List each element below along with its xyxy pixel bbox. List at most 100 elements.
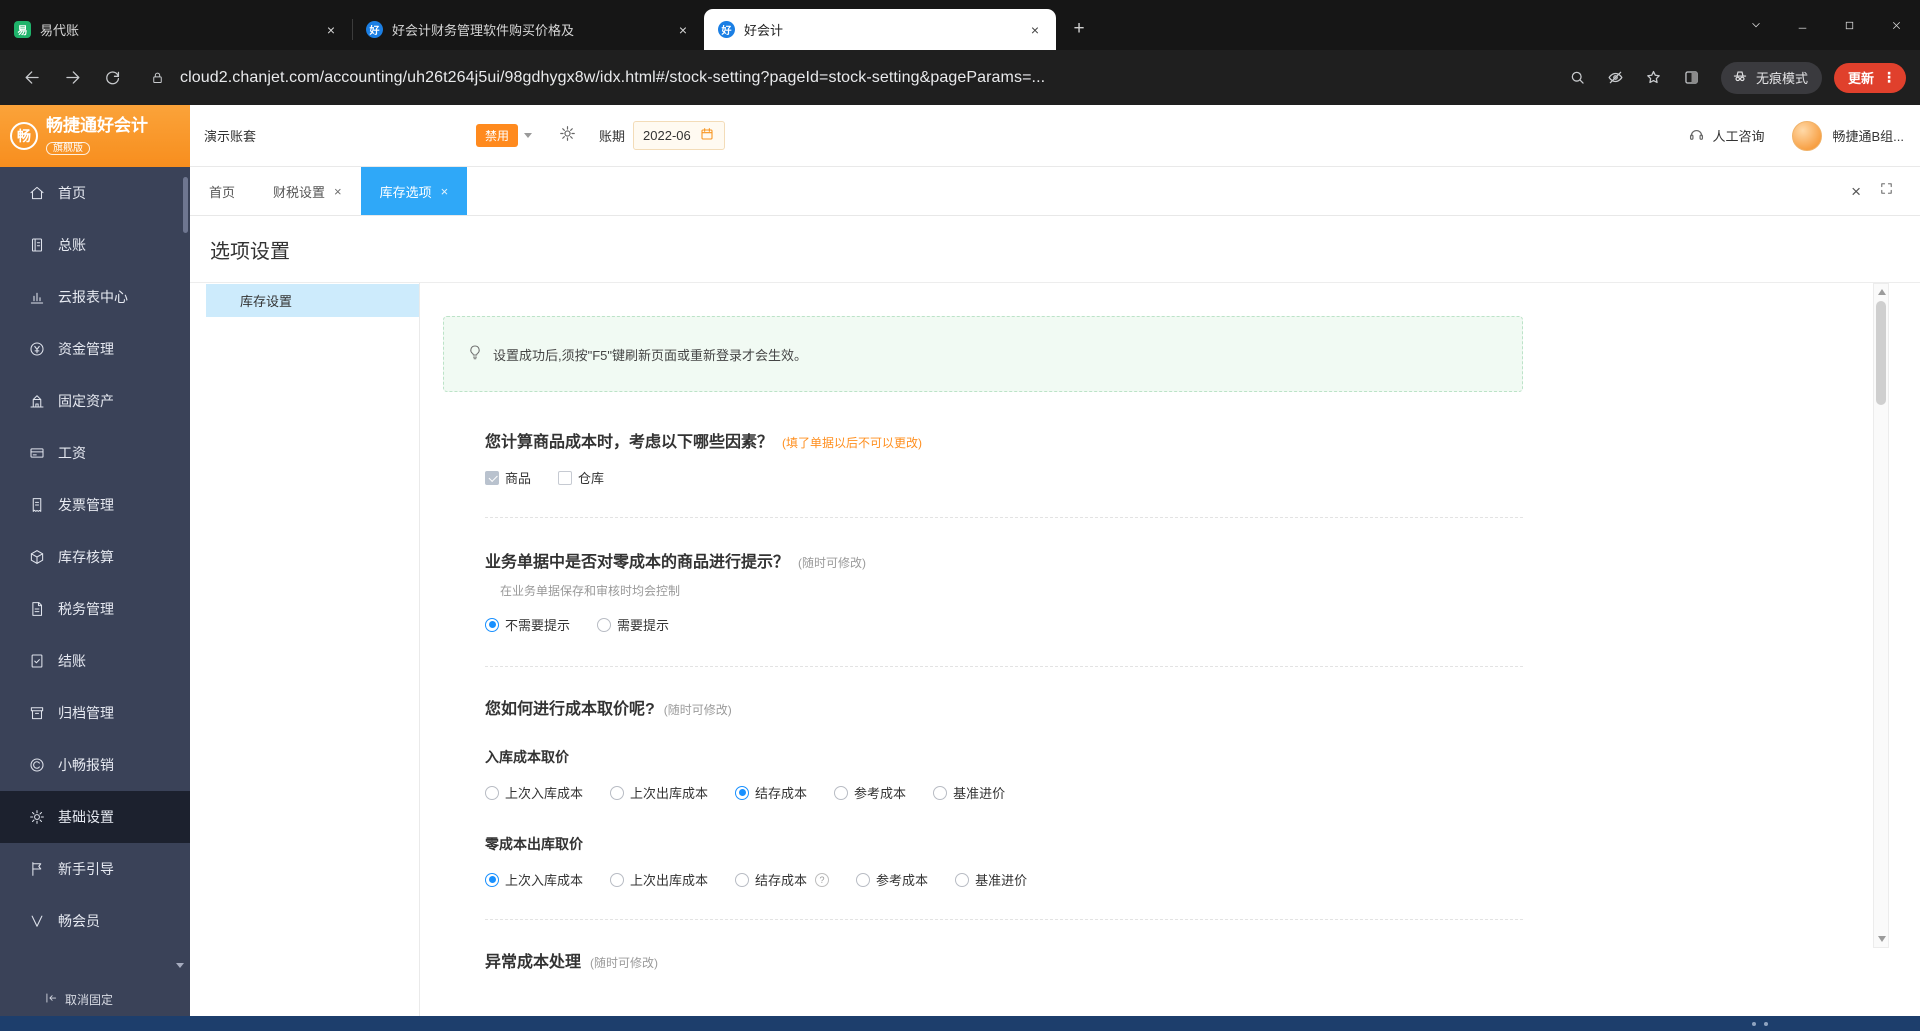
sidebar-item-archive[interactable]: 归档管理 <box>0 687 190 739</box>
window-maximize-button[interactable] <box>1826 0 1873 50</box>
sidebar-item-ledger[interactable]: 总账 <box>0 219 190 271</box>
app-logo: 畅 畅捷通好会计 旗舰版 <box>0 104 190 167</box>
radio-option-base-price[interactable]: 基准进价 <box>955 870 1027 889</box>
support-label: 人工咨询 <box>1712 129 1765 144</box>
ws-tab-label: 库存选项 <box>379 184 432 200</box>
window-minimize-button[interactable] <box>1779 0 1826 50</box>
help-icon[interactable]: ? <box>815 872 830 887</box>
sidebar-item-closing[interactable]: 结账 <box>0 635 190 687</box>
radio-option-reference-cost[interactable]: 参考成本 <box>856 870 928 889</box>
search-icon[interactable] <box>1561 61 1595 95</box>
scroll-up-icon[interactable] <box>1877 289 1886 295</box>
lightbulb-icon <box>466 343 484 366</box>
sidebar-item-inventory[interactable]: 库存核算 <box>0 531 190 583</box>
question-note: (随时可修改) <box>663 703 732 717</box>
favicon-glyph: 好 <box>721 26 732 37</box>
sidebar-scrollbar[interactable] <box>183 177 188 233</box>
forward-icon[interactable] <box>54 60 90 96</box>
close-all-icon[interactable]: × <box>1851 183 1861 200</box>
tab-close-icon[interactable]: × <box>674 21 692 39</box>
content-scrollbar[interactable] <box>1873 283 1889 948</box>
sidebar-item-member[interactable]: 畅会员 <box>0 895 190 947</box>
tab-close-icon[interactable]: × <box>322 21 340 39</box>
subnav-item-stock-settings[interactable]: 库存设置 <box>206 284 419 317</box>
back-icon[interactable] <box>14 60 50 96</box>
radio-option-last-outbound-cost[interactable]: 上次出库成本 <box>610 783 708 802</box>
disabled-tag[interactable]: 禁用 <box>476 124 519 147</box>
browser-tab-title: 易代账 <box>40 23 80 38</box>
ledger-icon <box>28 236 46 254</box>
fullscreen-icon[interactable] <box>1879 181 1894 201</box>
sidebar-item-invoices[interactable]: 发票管理 <box>0 479 190 531</box>
radio-option-last-outbound-cost[interactable]: 上次出库成本 <box>610 870 708 889</box>
incognito-badge[interactable]: 无痕模式 <box>1720 61 1822 94</box>
tab-search-chevron-icon[interactable] <box>1732 0 1779 50</box>
close-icon[interactable]: × <box>334 185 342 198</box>
radio-icon <box>933 785 948 800</box>
browser-tab-haokuaiji-price[interactable]: 好 好会计财务管理软件购买价格及 × <box>352 9 704 50</box>
account-set-label: 演示账套 <box>204 129 257 144</box>
checkbox-option-warehouse[interactable]: 仓库 <box>558 468 604 487</box>
ws-tab-home[interactable]: 首页 <box>190 167 254 215</box>
notice-text: 设置成功后,须按"F5"键刷新页面或重新登录才会生效。 <box>493 347 808 363</box>
period-picker[interactable]: 2022-06 <box>633 121 725 150</box>
unpin-button[interactable]: 取消固定 <box>0 982 190 1016</box>
screen: 易 易代账 × 好 好会计财务管理软件购买价格及 × 好 好会计 × + clo… <box>0 0 1920 1031</box>
radio-option-balance-cost[interactable]: 结存成本 ? <box>735 870 830 889</box>
radio-option-base-price[interactable]: 基准进价 <box>933 783 1005 802</box>
sidebar-scroll-down-icon[interactable] <box>176 963 184 968</box>
sidebar-item-guide[interactable]: 新手引导 <box>0 843 190 895</box>
question-note: (随时可修改) <box>590 956 659 970</box>
option-label: 结存成本 <box>755 786 808 801</box>
browser-menu-icon[interactable]: ⋮ <box>1882 69 1896 86</box>
inventory-icon <box>28 548 46 566</box>
header-right: 人工咨询 畅捷通B组... <box>1687 120 1920 151</box>
radio-option-prompt[interactable]: 需要提示 <box>597 615 669 634</box>
ws-tab-stock-options[interactable]: 库存选项 × <box>360 167 468 215</box>
radio-option-last-inbound-cost[interactable]: 上次入库成本 <box>485 783 583 802</box>
group-heading-zero-cost-outbound: 零成本出库取价 <box>485 836 583 852</box>
incognito-label: 无痕模式 <box>1755 71 1808 86</box>
address-bar[interactable]: cloud2.chanjet.com/accounting/uh26t264j5… <box>180 69 1557 87</box>
tab-close-icon[interactable]: × <box>1026 21 1044 39</box>
tracking-prevention-icon[interactable] <box>1599 61 1633 95</box>
question-title: 您如何进行成本取价呢? <box>485 701 655 718</box>
support-link[interactable]: 人工咨询 <box>1687 125 1764 147</box>
avatar[interactable] <box>1792 120 1823 151</box>
scroll-down-icon[interactable] <box>1877 936 1886 942</box>
split-screen-icon[interactable] <box>1675 61 1709 95</box>
page-title: 选项设置 <box>190 216 1920 283</box>
checkbox-option-goods[interactable]: 商品 <box>485 468 531 487</box>
bookmark-star-icon[interactable] <box>1637 61 1671 95</box>
option-label: 基准进价 <box>953 786 1006 801</box>
radio-option-reference-cost[interactable]: 参考成本 <box>834 783 906 802</box>
sidebar-item-reimburse[interactable]: 小畅报销 <box>0 739 190 791</box>
sidebar-item-funds[interactable]: 资金管理 <box>0 323 190 375</box>
browser-update-button[interactable]: 更新 ⋮ <box>1833 62 1906 93</box>
option-label: 上次入库成本 <box>505 786 584 801</box>
question-title: 业务单据中是否对零成本的商品进行提示？ <box>485 554 790 571</box>
sidebar-item-salary[interactable]: 工资 <box>0 427 190 479</box>
browser-tab-yidaizhang[interactable]: 易 易代账 × <box>0 9 352 50</box>
sidebar-item-tax[interactable]: 税务管理 <box>0 583 190 635</box>
radio-option-last-inbound-cost[interactable]: 上次入库成本 <box>485 870 583 889</box>
scrollbar-thumb[interactable] <box>1876 301 1886 405</box>
new-tab-button[interactable]: + <box>1064 14 1094 44</box>
browser-tab-haokuaiji-active[interactable]: 好 好会计 × <box>704 9 1056 50</box>
radio-option-balance-cost[interactable]: 结存成本 <box>735 783 807 802</box>
sidebar-item-fixed-assets[interactable]: 固定资产 <box>0 375 190 427</box>
sidebar-item-cloud-reports[interactable]: 云报表中心 <box>0 271 190 323</box>
user-name[interactable]: 畅捷通B组... <box>1832 126 1904 145</box>
window-close-button[interactable] <box>1873 0 1920 50</box>
lock-icon[interactable] <box>144 65 170 91</box>
chevron-down-icon[interactable] <box>524 133 533 138</box>
radio-option-no-prompt[interactable]: 不需要提示 <box>485 615 570 634</box>
favicon-glyph: 好 <box>369 26 380 37</box>
settings-gear-icon[interactable] <box>558 124 577 148</box>
refresh-icon[interactable] <box>94 60 130 96</box>
ws-tab-fiscal-settings[interactable]: 财税设置 × <box>254 167 361 215</box>
section-cost-factors: 您计算商品成本时，考虑以下哪些因素？ (填了单据以后不可以更改) 商品 仓库 <box>485 428 1523 518</box>
sidebar-item-home[interactable]: 首页 <box>0 167 190 219</box>
sidebar-item-settings[interactable]: 基础设置 <box>0 791 190 843</box>
close-icon[interactable]: × <box>441 185 449 198</box>
